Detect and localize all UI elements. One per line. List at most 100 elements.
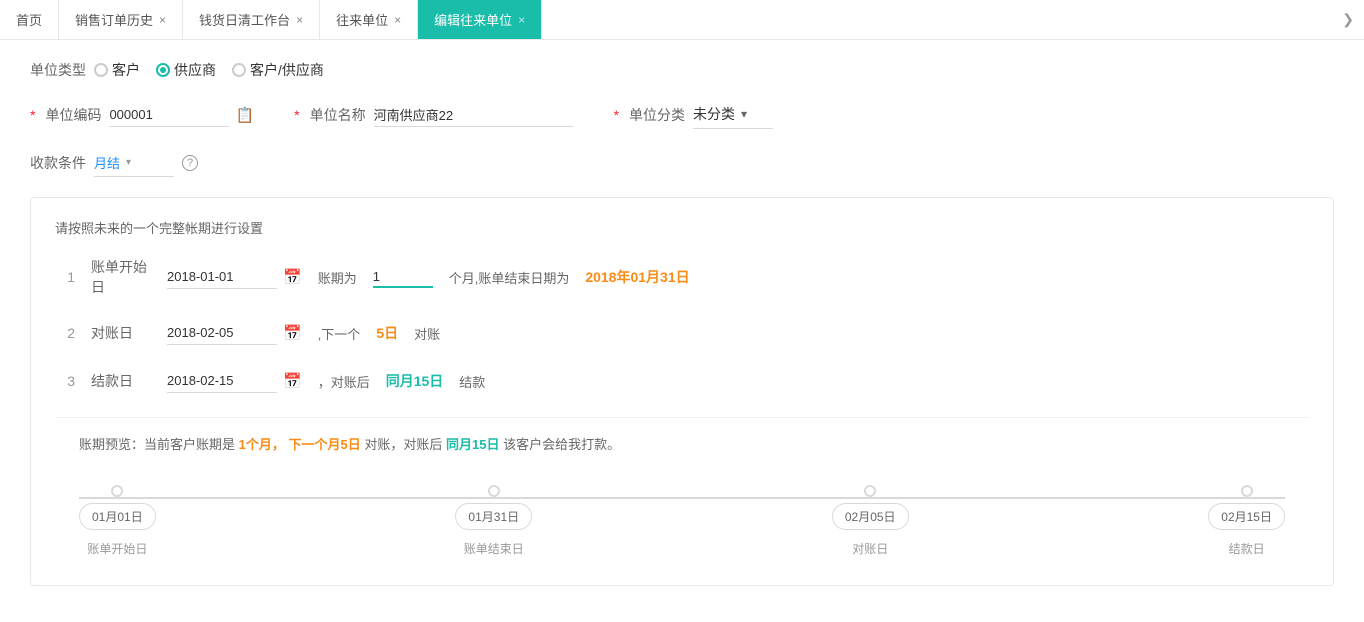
radio-both[interactable]: 客户/供应商 — [232, 60, 324, 80]
name-group: * 单位名称 — [294, 103, 573, 127]
tab-home-label: 首页 — [16, 10, 42, 29]
timeline-point-1: 01月01日 账单开始日 — [79, 485, 156, 557]
billing-row-2-date-group: 📅 — [167, 321, 302, 345]
category-label: 单位分类 — [629, 105, 685, 125]
tab-cash-workbench-close[interactable]: × — [296, 13, 303, 27]
preview-p3: 对账，对账后 — [364, 437, 442, 452]
timeline-dot-2 — [488, 485, 500, 497]
billing-row-3-date[interactable] — [167, 369, 277, 393]
billing-row-1-month-input[interactable] — [373, 267, 433, 288]
category-dropdown-icon: ▾ — [741, 107, 747, 121]
billing-row-2-label: 对账日 — [91, 323, 151, 343]
tab-bar: 首页 销售订单历史 × 钱货日清工作台 × 往来单位 × 编辑往来单位 × ❯ — [0, 0, 1364, 40]
billing-row-3-suffix: 结款 — [459, 372, 485, 391]
timeline-label-4: 结款日 — [1229, 540, 1265, 557]
chevron-right-icon: ❯ — [1342, 11, 1354, 28]
timeline-point-3: 02月05日 对账日 — [832, 485, 909, 557]
payment-select[interactable]: 月结 ▾ — [94, 149, 174, 177]
payment-group: 收款条件 月结 ▾ ? — [30, 149, 198, 177]
payment-label: 收款条件 — [30, 153, 86, 173]
radio-customer[interactable]: 客户 — [94, 60, 140, 80]
radio-both-circle — [232, 63, 246, 77]
main-content: 单位类型 客户 供应商 客户/供应商 * 单位编码 — [0, 40, 1364, 622]
billing-desc: 请按照未来的一个完整帐期进行设置 — [55, 218, 1309, 237]
billing-section: 请按照未来的一个完整帐期进行设置 1 账单开始日 📅 账期为 个月,账单结束日期… — [30, 197, 1334, 586]
billing-row-1: 1 账单开始日 📅 账期为 个月,账单结束日期为 2018年01月31日 — [55, 257, 1309, 297]
preview-p1: 1个月， — [239, 437, 285, 452]
radio-customer-label: 客户 — [112, 60, 140, 80]
radio-supplier[interactable]: 供应商 — [156, 60, 216, 80]
billing-row-1-number: 1 — [55, 269, 75, 285]
preview-p5: 该客户会给我打款。 — [503, 437, 620, 452]
code-required-star: * — [30, 107, 35, 123]
billing-row-2-prefix: ,下一个 — [318, 324, 361, 343]
billing-row-2-highlight-5: 5日 — [376, 323, 398, 343]
category-select[interactable]: 未分类 ▾ — [693, 100, 773, 129]
billing-row-2-number: 2 — [55, 325, 75, 341]
tab-sales-history[interactable]: 销售订单历史 × — [59, 0, 183, 39]
tab-sales-history-label: 销售订单历史 — [75, 10, 153, 29]
billing-row-3-highlight: 同月15日 — [386, 371, 444, 391]
billing-row-2-calendar-icon[interactable]: 📅 — [283, 324, 302, 342]
help-icon[interactable]: ? — [182, 155, 198, 171]
unit-type-label: 单位类型 — [30, 60, 86, 80]
timeline-badge-1: 01月01日 — [79, 503, 156, 530]
tab-cash-workbench[interactable]: 钱货日清工作台 × — [183, 0, 320, 39]
code-label: 单位编码 — [45, 105, 101, 125]
billing-row-1-date[interactable] — [167, 265, 277, 289]
billing-row-3-calendar-icon[interactable]: 📅 — [283, 372, 302, 390]
name-label: 单位名称 — [310, 105, 366, 125]
payment-value: 月结 — [94, 153, 120, 172]
preview-p2: 下一个月5日 — [289, 437, 361, 452]
billing-row-1-label: 账单开始日 — [91, 257, 151, 297]
radio-supplier-label: 供应商 — [174, 60, 216, 80]
timeline-badge-3: 02月05日 — [832, 503, 909, 530]
timeline-label-3: 对账日 — [852, 540, 888, 557]
tab-edit-partner[interactable]: 编辑往来单位 × — [418, 0, 542, 39]
code-icon[interactable]: 📋 — [235, 106, 254, 124]
timeline-point-2: 01月31日 账单结束日 — [455, 485, 532, 557]
tab-partners-label: 往来单位 — [336, 10, 388, 29]
unit-type-group: 单位类型 客户 供应商 客户/供应商 — [30, 60, 324, 80]
billing-row-2-suffix: 对账 — [414, 324, 440, 343]
billing-row-1-suffix-before: 账期为 — [318, 268, 357, 287]
billing-row-3-label: 结款日 — [91, 371, 151, 391]
timeline-label-1: 账单开始日 — [87, 540, 147, 557]
category-required-star: * — [614, 107, 619, 123]
timeline-dot-3 — [864, 485, 876, 497]
tab-home[interactable]: 首页 — [0, 0, 59, 39]
billing-row-1-calendar-icon[interactable]: 📅 — [283, 268, 302, 286]
timeline-dot-4 — [1241, 485, 1253, 497]
tab-cash-workbench-label: 钱货日清工作台 — [199, 10, 290, 29]
tab-edit-partner-close[interactable]: × — [518, 13, 525, 27]
timeline-badge-4: 02月15日 — [1208, 503, 1285, 530]
tab-sales-history-close[interactable]: × — [159, 13, 166, 27]
timeline-label-2: 账单结束日 — [464, 540, 524, 557]
preview-p4: 同月15日 — [446, 437, 499, 452]
category-group: * 单位分类 未分类 ▾ — [614, 100, 773, 129]
payment-row: 收款条件 月结 ▾ ? — [30, 149, 1334, 177]
name-input[interactable] — [374, 103, 574, 127]
billing-row-3-number: 3 — [55, 373, 75, 389]
preview-label: 账期预览：当前客户账期是 — [79, 437, 235, 452]
radio-group-unit-type: 客户 供应商 客户/供应商 — [94, 60, 324, 80]
timeline-point-4: 02月15日 结款日 — [1208, 485, 1285, 557]
billing-row-1-highlight: 2018年01月31日 — [585, 267, 689, 287]
unit-type-row: 单位类型 客户 供应商 客户/供应商 — [30, 60, 1334, 80]
billing-row-2: 2 对账日 📅 ,下一个 5日 对账 — [55, 321, 1309, 345]
billing-preview: 账期预览：当前客户账期是 1个月， 下一个月5日 对账，对账后 同月15日 该客… — [55, 417, 1309, 469]
radio-both-label: 客户/供应商 — [250, 60, 324, 80]
radio-supplier-circle — [156, 63, 170, 77]
tab-more-button[interactable]: ❯ — [1332, 0, 1364, 39]
billing-row-3-date-group: 📅 — [167, 369, 302, 393]
category-value: 未分类 — [693, 104, 735, 124]
tab-partners[interactable]: 往来单位 × — [320, 0, 418, 39]
billing-row-2-date[interactable] — [167, 321, 277, 345]
timeline-dot-1 — [111, 485, 123, 497]
billing-row-1-date-group: 📅 — [167, 265, 302, 289]
tab-edit-partner-label: 编辑往来单位 — [434, 10, 512, 29]
code-input[interactable] — [109, 103, 229, 127]
timeline-badge-2: 01月31日 — [455, 503, 532, 530]
tab-partners-close[interactable]: × — [394, 13, 401, 27]
timeline-points: 01月01日 账单开始日 01月31日 账单结束日 02月05日 对账日 — [79, 485, 1285, 557]
